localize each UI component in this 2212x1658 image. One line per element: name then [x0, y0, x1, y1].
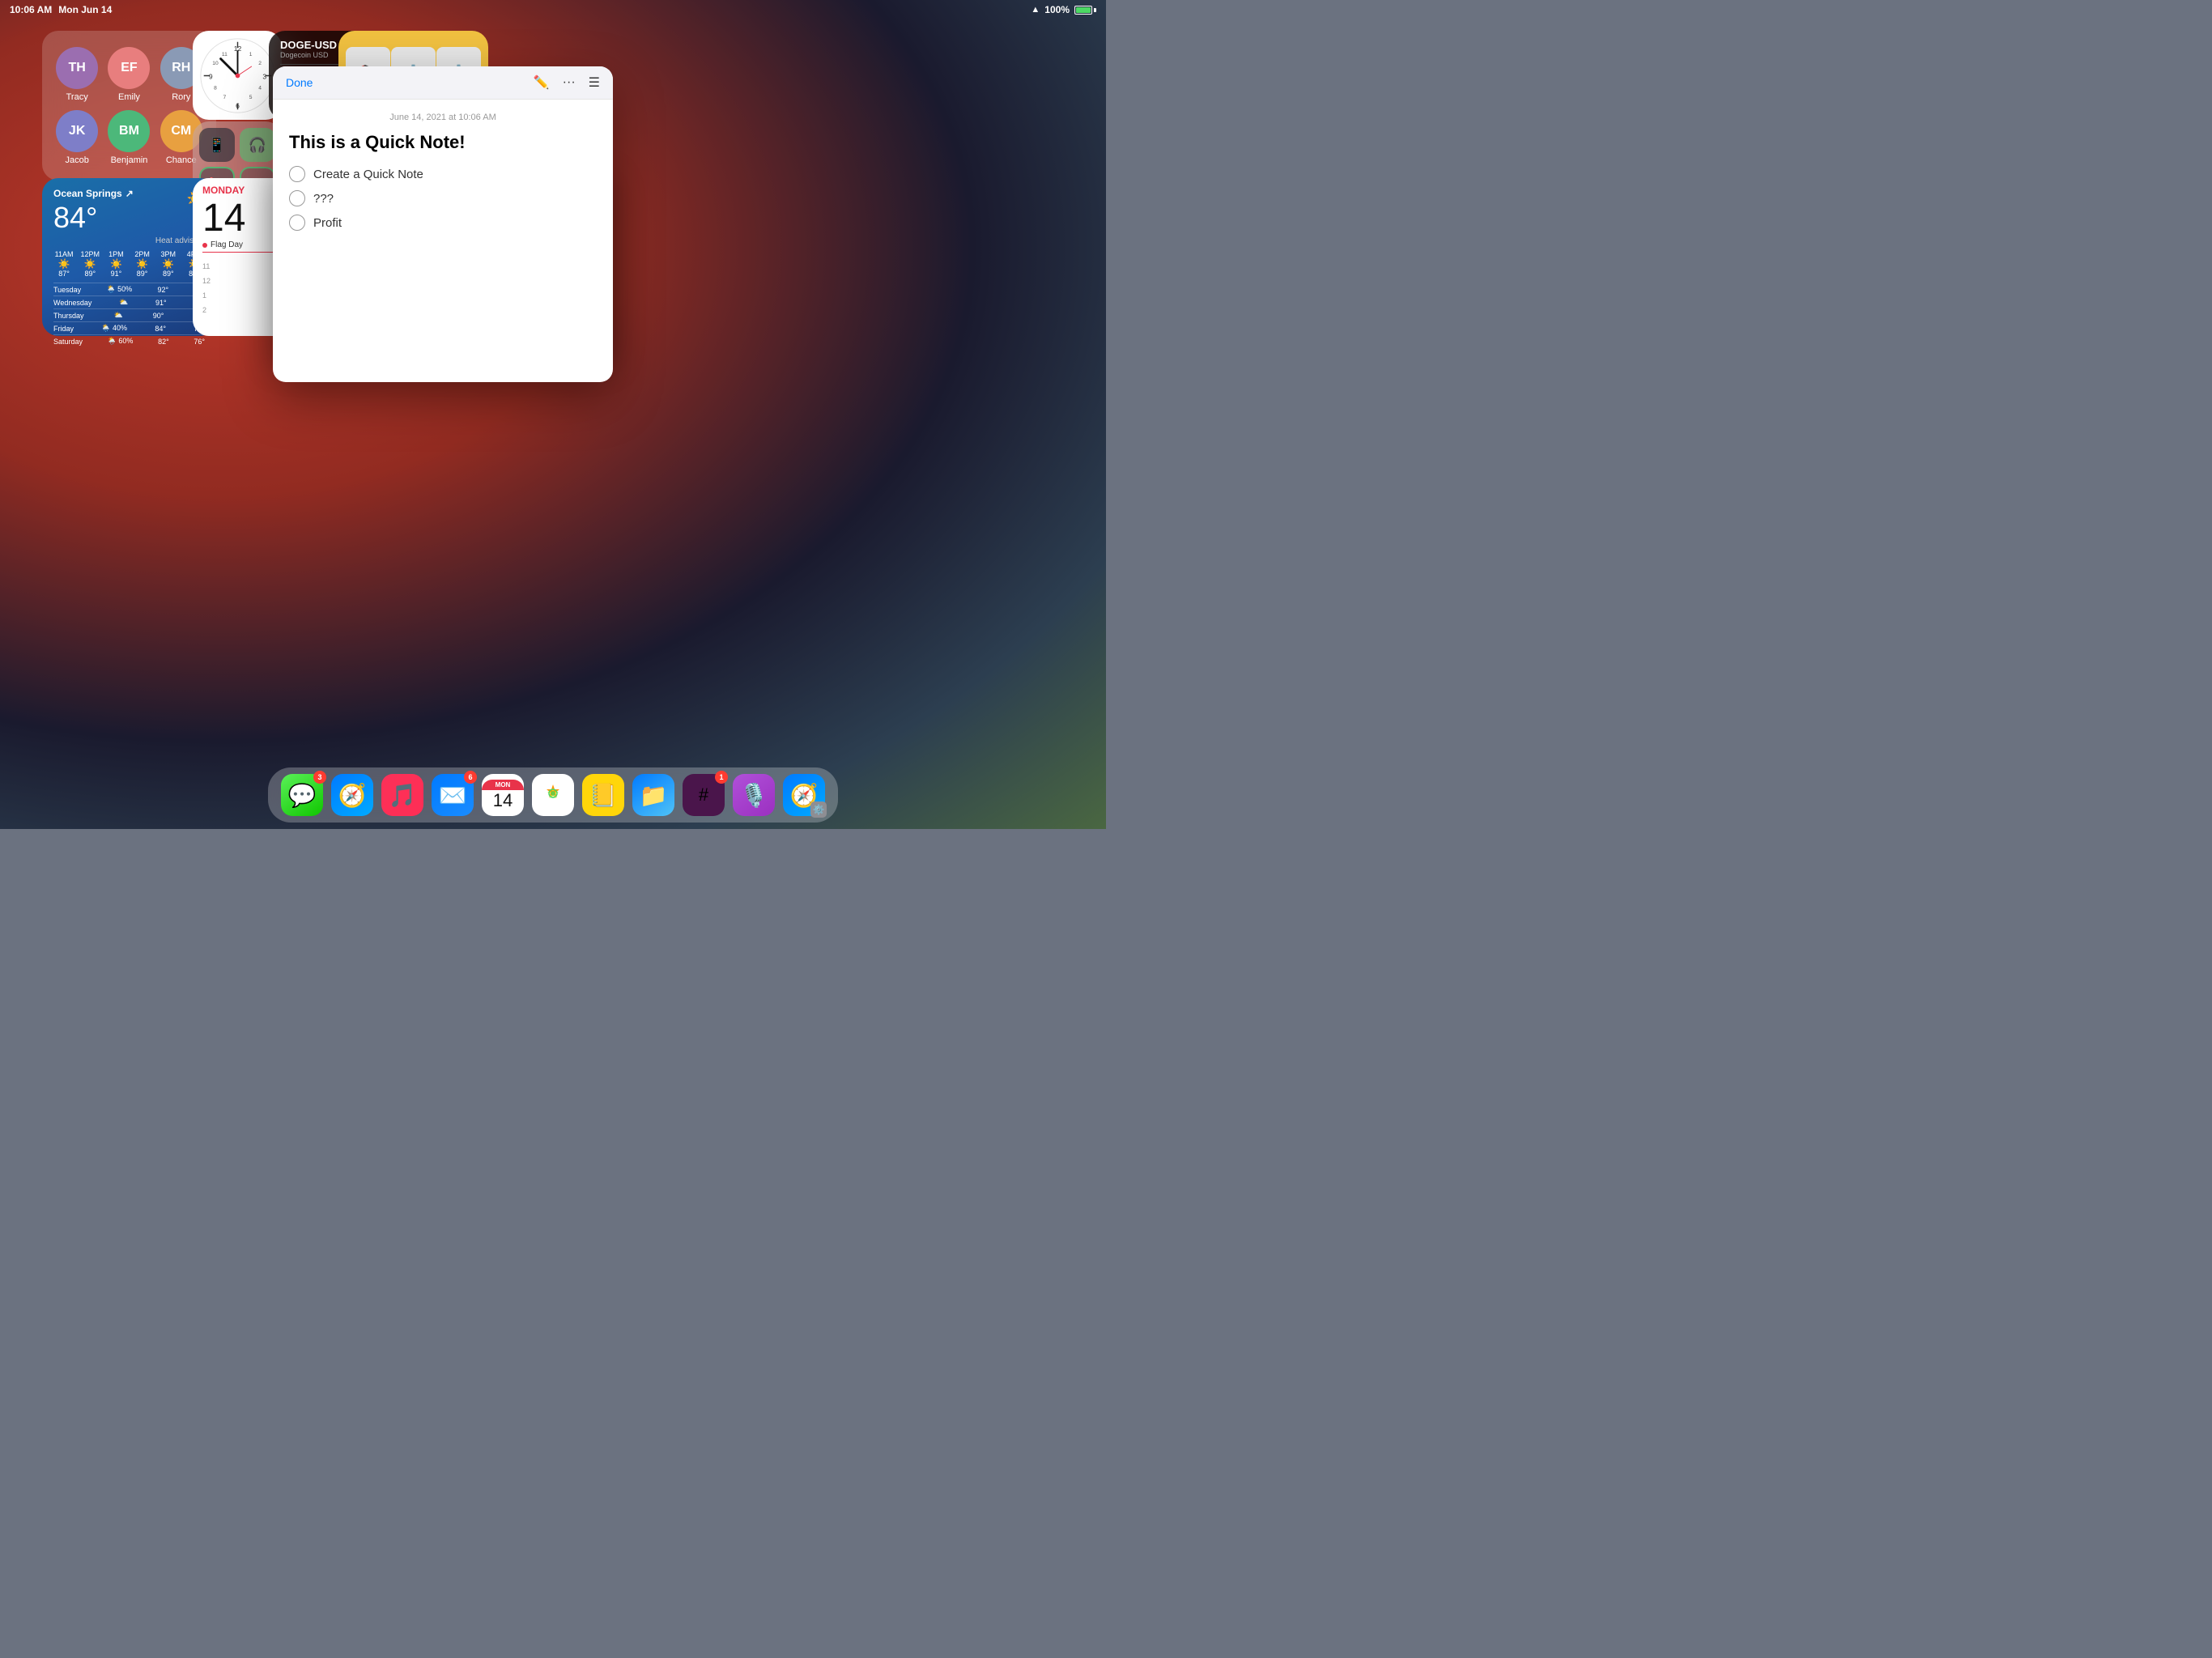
control-headphones[interactable]: 🎧	[240, 128, 275, 162]
dock-notes[interactable]: 📒	[582, 774, 624, 816]
svg-text:5: 5	[249, 95, 252, 100]
svg-text:2: 2	[258, 61, 262, 66]
contact-tracy[interactable]: TH Tracy	[55, 47, 99, 102]
svg-text:8: 8	[214, 85, 217, 91]
note-date: June 14, 2021 at 10:06 AM	[289, 113, 597, 122]
svg-text:10: 10	[212, 61, 219, 66]
contact-avatar-tracy: TH	[56, 47, 98, 89]
status-bar: 10:06 AM Mon Jun 14 ▲ 100%	[0, 0, 1106, 19]
contact-jacob[interactable]: JK Jacob	[55, 110, 99, 165]
contacts-widget: TH Tracy EF Emily RH Rory JK Jacob BM Be…	[42, 31, 216, 181]
quicknote-popup: Done ✏️ ··· ☰ June 14, 2021 at 10:06 AM …	[273, 66, 613, 382]
note-edit-icon[interactable]: ✏️	[534, 74, 550, 91]
dock-badge-slack: 1	[715, 771, 728, 784]
weather-widget: Ocean Springs ↗ 84° ☀️ Heat advisory 11A…	[42, 178, 216, 336]
contact-emily[interactable]: EF Emily	[107, 47, 151, 102]
stock-symbol-doge: DOGE-USD	[280, 39, 337, 51]
dock-files[interactable]: 📁	[632, 774, 674, 816]
contact-avatar-benjamin: BM	[108, 110, 150, 152]
note-toolbar: Done ✏️ ··· ☰	[273, 66, 613, 100]
svg-text:9: 9	[208, 72, 212, 80]
contact-benjamin[interactable]: BM Benjamin	[107, 110, 151, 165]
dock-calendar[interactable]: MON 14	[482, 774, 524, 816]
battery-percent: 100%	[1044, 4, 1070, 15]
note-more-icon[interactable]: ···	[563, 75, 576, 90]
weather-forecast: Tuesday🌦️ 50%92°74° Wednesday⛅91°72° Thu…	[53, 283, 205, 347]
note-list-icon[interactable]: ☰	[589, 74, 600, 91]
check-circle-2	[289, 190, 305, 206]
check-circle-3	[289, 215, 305, 231]
svg-text:11: 11	[221, 51, 227, 57]
status-time: 10:06 AM	[10, 4, 52, 15]
dock-photos[interactable]	[532, 774, 574, 816]
dock: 💬 3 🧭 🎵 ✉️ 6 MON 14 📒 📁 # 1 🎙️ 🧭 ⚙️	[268, 767, 838, 823]
note-content: June 14, 2021 at 10:06 AM This is a Quic…	[273, 100, 613, 252]
dock-mail[interactable]: ✉️ 6	[432, 774, 474, 816]
svg-text:3: 3	[262, 72, 266, 80]
note-toolbar-icons: ✏️ ··· ☰	[534, 74, 600, 91]
dock-music[interactable]: 🎵	[381, 774, 423, 816]
weather-hourly: 11AM☀️87° 12PM☀️89° 1PM☀️91° 2PM☀️89° 3P…	[53, 250, 205, 278]
dock-badge-mail: 6	[464, 771, 477, 784]
check-circle-1	[289, 166, 305, 182]
note-item-2[interactable]: ???	[289, 190, 597, 206]
note-title: This is a Quick Note!	[289, 132, 597, 153]
note-checklist: Create a Quick Note ??? Profit	[289, 166, 597, 231]
contact-avatar-jacob: JK	[56, 110, 98, 152]
dock-badge-messages: 3	[313, 771, 326, 784]
svg-text:4: 4	[258, 85, 262, 91]
stock-name-doge: Dogecoin USD	[280, 51, 329, 59]
svg-text:6: 6	[236, 101, 240, 109]
dock-safari-settings[interactable]: 🧭 ⚙️	[783, 774, 825, 816]
contact-name-benjamin: Benjamin	[111, 155, 148, 165]
dock-safari[interactable]: 🧭	[331, 774, 373, 816]
control-tablet[interactable]: 📱	[199, 128, 235, 162]
wifi-icon: ▲	[1031, 5, 1040, 15]
contact-name-rory: Rory	[172, 92, 190, 102]
contact-name-emily: Emily	[118, 92, 140, 102]
dock-slack[interactable]: # 1	[683, 774, 725, 816]
note-item-1[interactable]: Create a Quick Note	[289, 166, 597, 182]
note-item-3[interactable]: Profit	[289, 215, 597, 231]
contact-avatar-emily: EF	[108, 47, 150, 89]
note-done-button[interactable]: Done	[286, 76, 313, 89]
status-date: Mon Jun 14	[58, 4, 112, 15]
dock-podcasts[interactable]: 🎙️	[733, 774, 775, 816]
svg-text:7: 7	[223, 95, 226, 100]
contact-name-jacob: Jacob	[65, 155, 88, 165]
dock-messages[interactable]: 💬 3	[281, 774, 323, 816]
weather-location: Ocean Springs ↗	[53, 188, 134, 199]
contact-name-tracy: Tracy	[66, 92, 88, 102]
clock-face: 12 3 6 9 1 2 4 5 7 8 10 11	[199, 37, 276, 114]
weather-temp: 84°	[53, 201, 134, 235]
battery-icon	[1074, 6, 1096, 15]
svg-text:1: 1	[249, 51, 252, 57]
